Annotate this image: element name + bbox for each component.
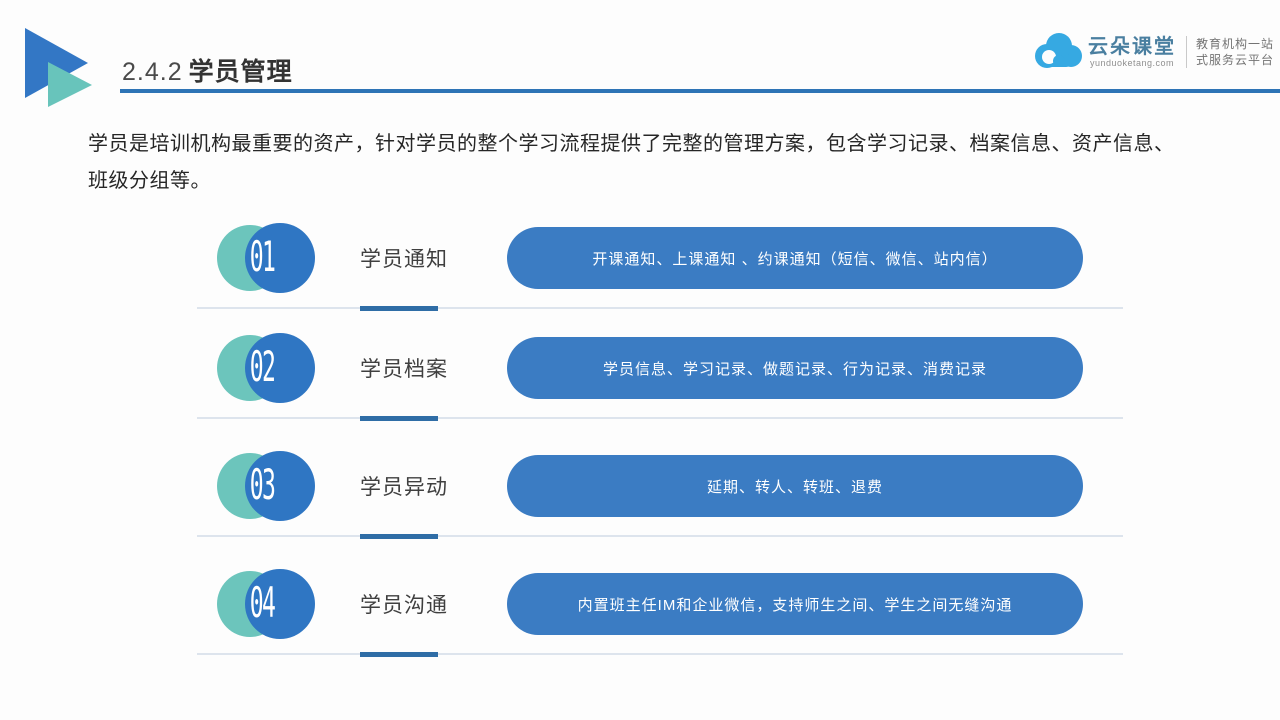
- row-divider-accent: [360, 416, 438, 421]
- page-title: 2.4.2学员管理: [122, 52, 293, 88]
- row-divider: [197, 535, 1123, 537]
- feature-row-archive: 02 学员档案 学员信息、学习记录、做题记录、行为记录、消费记录: [197, 316, 1123, 419]
- feature-row-change: 03 学员异动 延期、转人、转班、退费: [197, 434, 1123, 537]
- badge-number: 03: [248, 453, 276, 519]
- number-badge: 02: [217, 335, 315, 401]
- row-detail-pill: 延期、转人、转班、退费: [507, 455, 1083, 517]
- cloud-icon: [1032, 32, 1084, 72]
- number-badge: 03: [217, 453, 315, 519]
- feature-row-communicate: 04 学员沟通 内置班主任IM和企业微信，支持师生之间、学生之间无缝沟通: [197, 552, 1123, 655]
- row-divider: [197, 653, 1123, 655]
- section-title: 学员管理: [189, 58, 293, 86]
- badge-number: 01: [248, 225, 276, 291]
- row-detail-pill: 学员信息、学习记录、做题记录、行为记录、消费记录: [507, 337, 1083, 399]
- row-divider: [197, 417, 1123, 419]
- brand-text: 云朵课堂 yunduoketang.com: [1088, 36, 1176, 69]
- row-detail-pill: 内置班主任IM和企业微信，支持师生之间、学生之间无缝沟通: [507, 573, 1083, 635]
- brand-divider: [1186, 36, 1187, 68]
- row-detail-pill: 开课通知、上课通知 、约课通知（短信、微信、站内信）: [507, 227, 1083, 289]
- row-divider-accent: [360, 652, 438, 657]
- brand-tagline: 教育机构一站 式服务云平台: [1196, 36, 1274, 68]
- badge-number: 04: [248, 571, 276, 637]
- brand-logo: 云朵课堂 yunduoketang.com 教育机构一站 式服务云平台: [1032, 32, 1274, 72]
- logo-triangles-icon: [25, 28, 95, 108]
- badge-number: 02: [248, 335, 276, 401]
- brand-name: 云朵课堂: [1088, 36, 1176, 58]
- brand-domain: yunduoketang.com: [1090, 58, 1174, 69]
- title-underline: [120, 89, 1280, 93]
- number-badge: 04: [217, 571, 315, 637]
- intro-paragraph: 学员是培训机构最重要的资产，针对学员的整个学习流程提供了完整的管理方案，包含学习…: [88, 126, 1228, 200]
- number-badge: 01: [217, 225, 315, 291]
- feature-row-notify: 01 学员通知 开课通知、上课通知 、约课通知（短信、微信、站内信）: [197, 206, 1123, 309]
- row-divider-accent: [360, 534, 438, 539]
- section-number: 2.4.2: [122, 58, 183, 86]
- brand-tagline-line1: 教育机构一站: [1196, 36, 1274, 52]
- row-divider-accent: [360, 306, 438, 311]
- row-divider: [197, 307, 1123, 309]
- brand-tagline-line2: 式服务云平台: [1196, 52, 1274, 68]
